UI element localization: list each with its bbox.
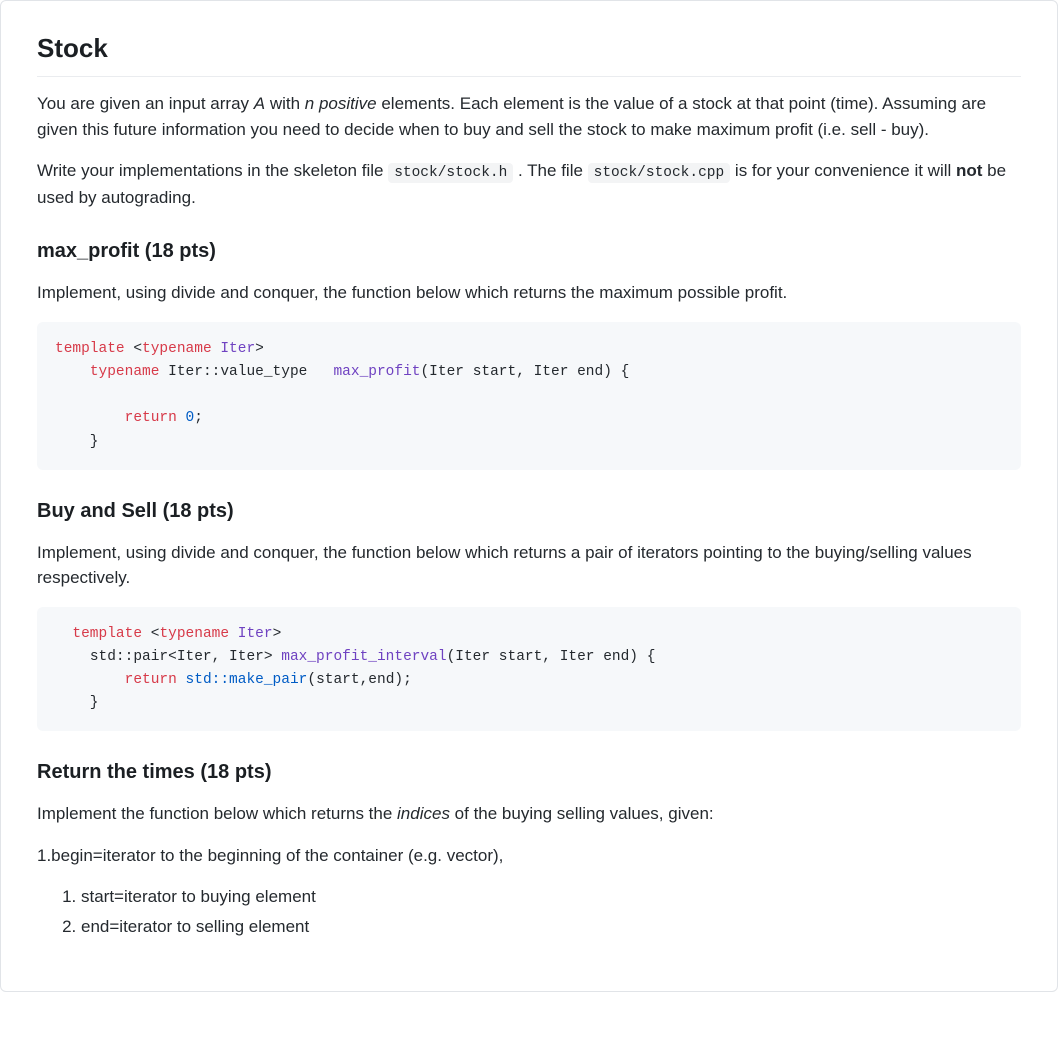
text: Write your implementations in the skelet… bbox=[37, 161, 388, 180]
text: < bbox=[125, 341, 142, 357]
fn-max-profit: max_profit bbox=[333, 364, 420, 380]
desc-max-profit: Implement, using divide and conquer, the… bbox=[37, 280, 1021, 306]
heading-buy-sell: Buy and Sell (18 pts) bbox=[37, 496, 1021, 526]
list-item: end=iterator to selling element bbox=[81, 914, 1021, 940]
kw-return: return bbox=[125, 410, 177, 426]
var-A: A bbox=[254, 94, 265, 113]
document-page: Stock You are given an input array A wit… bbox=[0, 0, 1058, 992]
text: std::pair<Iter, Iter> bbox=[90, 649, 281, 665]
text: } bbox=[55, 695, 99, 711]
code-stock-cpp: stock/stock.cpp bbox=[588, 163, 731, 183]
text bbox=[177, 672, 186, 688]
codeblock-max-profit: template <typename Iter> typename Iter::… bbox=[37, 322, 1021, 470]
type-iter: Iter bbox=[212, 341, 256, 357]
indent bbox=[55, 649, 90, 665]
text: (Iter start, Iter end) { bbox=[447, 649, 656, 665]
indent bbox=[55, 364, 90, 380]
text: (start,end); bbox=[307, 672, 411, 688]
text: } bbox=[55, 434, 99, 450]
heading-return-times: Return the times (18 pts) bbox=[37, 757, 1021, 787]
indent bbox=[55, 410, 125, 426]
var-n-positive: n positive bbox=[305, 94, 377, 113]
intro-paragraph-1: You are given an input array A with n po… bbox=[37, 91, 1021, 142]
codeblock-buy-sell: template <typename Iter> std::pair<Iter,… bbox=[37, 607, 1021, 732]
text: is for your convenience it will bbox=[730, 161, 956, 180]
text: > bbox=[255, 341, 264, 357]
desc-return-times: Implement the function below which retur… bbox=[37, 801, 1021, 827]
kw-template: template bbox=[55, 341, 125, 357]
text: Iter::value_type bbox=[159, 364, 333, 380]
heading-max-profit: max_profit (18 pts) bbox=[37, 236, 1021, 266]
text bbox=[177, 410, 186, 426]
text: You are given an input array bbox=[37, 94, 254, 113]
indent bbox=[55, 672, 125, 688]
num-zero: 0 bbox=[186, 410, 195, 426]
text: > bbox=[273, 626, 282, 642]
kw-return: return bbox=[125, 672, 177, 688]
kw-typename: typename bbox=[142, 341, 212, 357]
emphasis-not: not bbox=[956, 161, 982, 180]
ns-make-pair: std::make_pair bbox=[186, 672, 308, 688]
text: < bbox=[142, 626, 159, 642]
text: with bbox=[265, 94, 305, 113]
text: (Iter start, Iter end) { bbox=[420, 364, 629, 380]
intro-paragraph-2: Write your implementations in the skelet… bbox=[37, 158, 1021, 210]
page-title: Stock bbox=[37, 29, 1021, 77]
kw-typename: typename bbox=[90, 364, 160, 380]
indent bbox=[55, 626, 72, 642]
kw-typename: typename bbox=[159, 626, 229, 642]
desc-buy-sell: Implement, using divide and conquer, the… bbox=[37, 540, 1021, 591]
return-times-line1: 1.begin=iterator to the beginning of the… bbox=[37, 843, 1021, 869]
text: Implement the function below which retur… bbox=[37, 804, 397, 823]
text: of the buying selling values, given: bbox=[450, 804, 714, 823]
type-iter: Iter bbox=[229, 626, 273, 642]
fn-max-profit-interval: max_profit_interval bbox=[281, 649, 446, 665]
text: . The file bbox=[513, 161, 587, 180]
code-stock-h: stock/stock.h bbox=[388, 163, 513, 183]
return-times-list: start=iterator to buying element end=ite… bbox=[37, 884, 1021, 939]
emphasis-indices: indices bbox=[397, 804, 450, 823]
text: ; bbox=[194, 410, 203, 426]
list-item: start=iterator to buying element bbox=[81, 884, 1021, 910]
kw-template: template bbox=[72, 626, 142, 642]
